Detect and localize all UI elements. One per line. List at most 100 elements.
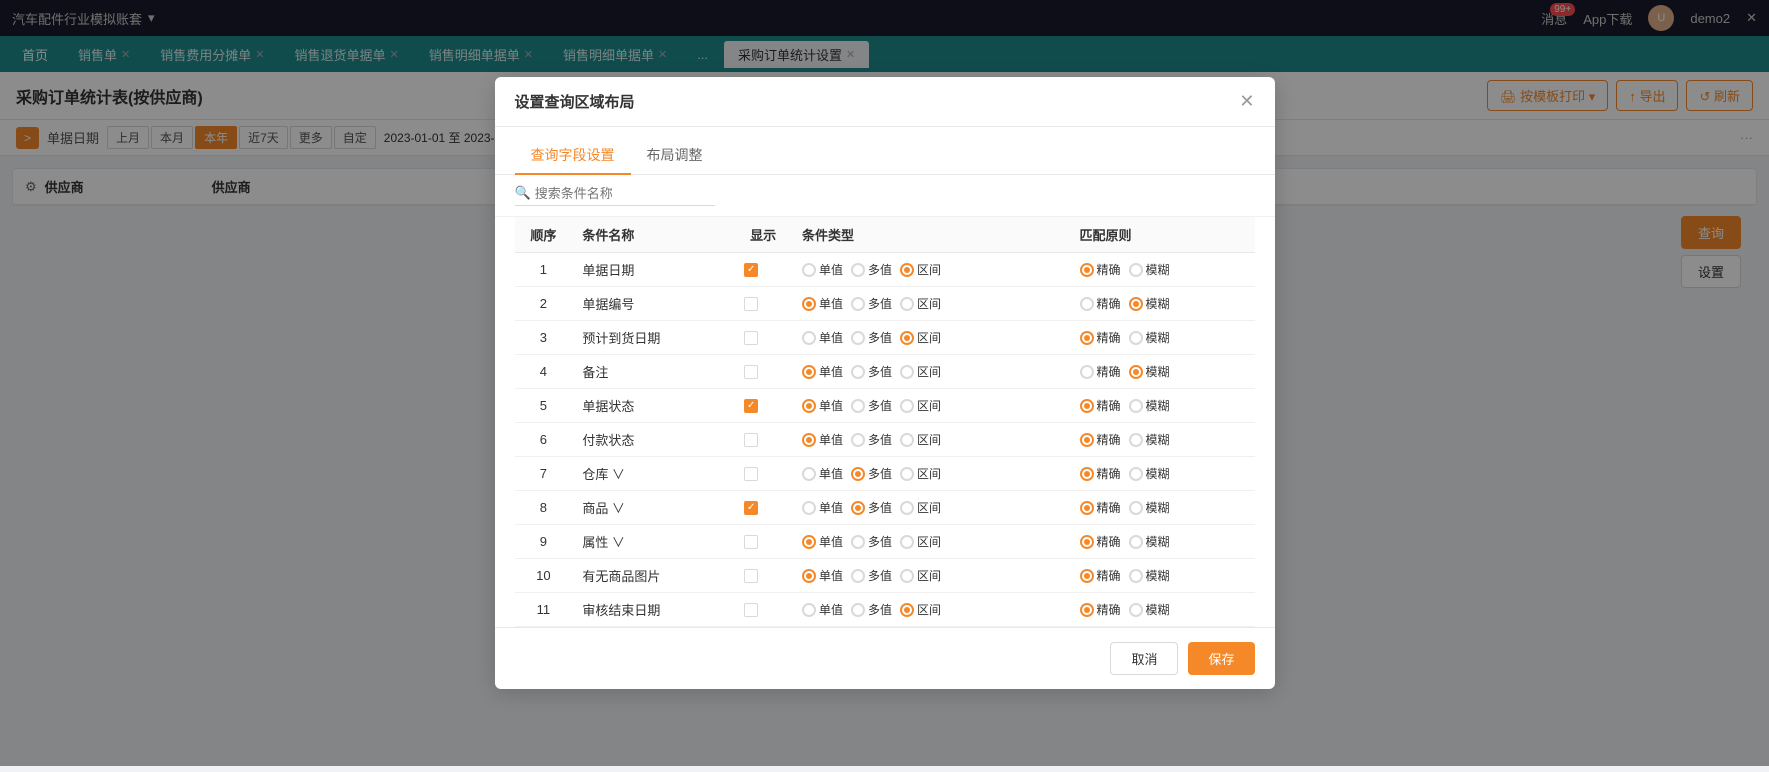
type-radio-item[interactable]: 多值 (851, 499, 892, 516)
type-radio-item[interactable]: 单值 (802, 431, 843, 448)
type-radio-item[interactable]: 单值 (802, 567, 843, 584)
table-row: 9属性 ∨单值多值区间精确模糊 (515, 525, 1255, 559)
type-radio-item[interactable]: 多值 (851, 363, 892, 380)
match-radio-group: 精确模糊 (1080, 431, 1245, 448)
dialog-close-button[interactable]: ✕ (1239, 91, 1254, 112)
type-radio-item[interactable]: 区间 (900, 295, 941, 312)
match-radio-item[interactable]: 模糊 (1129, 329, 1170, 346)
type-radio-item[interactable]: 区间 (900, 567, 941, 584)
match-radio-item[interactable]: 模糊 (1129, 295, 1170, 312)
display-checkbox[interactable] (744, 399, 758, 413)
type-radio-item[interactable]: 区间 (900, 363, 941, 380)
tab-query-field-settings[interactable]: 查询字段设置 (515, 137, 631, 175)
match-radio-item[interactable]: 模糊 (1129, 499, 1170, 516)
match-radio-item[interactable]: 精确 (1080, 567, 1121, 584)
cell-match: 精确 模糊 (1070, 287, 1255, 321)
type-radio-item[interactable]: 多值 (851, 567, 892, 584)
display-checkbox[interactable] (744, 433, 758, 447)
match-radio-item[interactable]: 模糊 (1129, 567, 1170, 584)
type-radio-item[interactable]: 多值 (851, 601, 892, 618)
radio-label: 多值 (868, 567, 892, 584)
cell-type: 单值多值区间 (792, 525, 1070, 559)
display-checkbox[interactable] (744, 535, 758, 549)
radio-label: 区间 (917, 601, 941, 618)
match-radio-item[interactable]: 精确 (1080, 465, 1121, 482)
type-radio-item[interactable]: 多值 (851, 533, 892, 550)
cancel-button[interactable]: 取消 (1110, 642, 1178, 675)
match-radio-group: 精确 模糊 (1080, 295, 1245, 312)
display-checkbox[interactable] (744, 603, 758, 617)
match-radio-item[interactable]: 模糊 (1129, 533, 1170, 550)
type-radio-item[interactable]: 多值 (851, 465, 892, 482)
type-radio-item[interactable]: 区间 (900, 261, 941, 278)
type-radio-item[interactable]: 单值 (802, 499, 843, 516)
radio-circle-icon (900, 331, 914, 345)
type-radio-item[interactable]: 区间 (900, 533, 941, 550)
type-radio-item[interactable]: 多值 (851, 261, 892, 278)
type-radio-item[interactable]: 多值 (851, 431, 892, 448)
match-radio-group: 精确模糊 (1080, 465, 1245, 482)
type-radio-item[interactable]: 区间 (900, 601, 941, 618)
type-radio-item[interactable]: 单值 (802, 397, 843, 414)
cell-name: 预计到货日期 (572, 321, 734, 355)
modal-overlay[interactable]: 设置查询区域布局 ✕ 查询字段设置 布局调整 🔍 顺序 (0, 0, 1769, 766)
radio-label: 精确 (1097, 431, 1121, 448)
type-radio-item[interactable]: 区间 (900, 465, 941, 482)
type-radio-item[interactable]: 区间 (900, 397, 941, 414)
radio-circle-icon (851, 569, 865, 583)
display-checkbox[interactable] (744, 331, 758, 345)
type-radio-item[interactable]: 单值 (802, 363, 843, 380)
type-radio-item[interactable]: 单值 (802, 601, 843, 618)
radio-label: 单值 (819, 397, 843, 414)
match-radio-item[interactable]: 精确 (1080, 363, 1121, 380)
radio-label: 模糊 (1146, 295, 1170, 312)
match-radio-item[interactable]: 精确 (1080, 397, 1121, 414)
match-radio-item[interactable]: 模糊 (1129, 431, 1170, 448)
cell-match: 精确模糊 (1070, 559, 1255, 593)
type-radio-item[interactable]: 单值 (802, 261, 843, 278)
type-radio-item[interactable]: 单值 (802, 295, 843, 312)
type-radio-item[interactable]: 单值 (802, 465, 843, 482)
match-radio-item[interactable]: 模糊 (1129, 261, 1170, 278)
match-radio-item[interactable]: 模糊 (1129, 465, 1170, 482)
cell-match: 精确模糊 (1070, 355, 1255, 389)
display-checkbox[interactable] (744, 467, 758, 481)
match-radio-item[interactable]: 精确 (1080, 295, 1121, 312)
radio-circle-icon (1129, 569, 1143, 583)
match-radio-item[interactable]: 精确 (1080, 431, 1121, 448)
display-checkbox[interactable] (744, 263, 758, 277)
type-radio-item[interactable]: 多值 (851, 295, 892, 312)
radio-circle-icon (1129, 535, 1143, 549)
display-checkbox[interactable] (744, 569, 758, 583)
type-radio-item[interactable]: 单值 (802, 533, 843, 550)
radio-label: 多值 (868, 261, 892, 278)
match-radio-item[interactable]: 模糊 (1129, 363, 1170, 380)
dialog-footer: 取消 保存 (495, 627, 1275, 689)
radio-circle-icon (900, 263, 914, 277)
cell-type: 单值多值区间 (792, 287, 1070, 321)
type-radio-group: 单值多值区间 (802, 363, 1060, 380)
match-radio-item[interactable]: 精确 (1080, 499, 1121, 516)
table-row: 1单据日期单值多值区间精确模糊 (515, 253, 1255, 287)
type-radio-item[interactable]: 区间 (900, 499, 941, 516)
type-radio-item[interactable]: 区间 (900, 329, 941, 346)
save-button[interactable]: 保存 (1188, 642, 1254, 675)
match-radio-item[interactable]: 精确 (1080, 329, 1121, 346)
tab-layout-adjust[interactable]: 布局调整 (631, 137, 719, 175)
type-radio-item[interactable]: 单值 (802, 329, 843, 346)
radio-circle-icon (802, 433, 816, 447)
type-radio-item[interactable]: 多值 (851, 397, 892, 414)
radio-label: 单值 (819, 261, 843, 278)
match-radio-item[interactable]: 模糊 (1129, 601, 1170, 618)
type-radio-item[interactable]: 多值 (851, 329, 892, 346)
match-radio-item[interactable]: 模糊 (1129, 397, 1170, 414)
search-input[interactable] (535, 186, 695, 201)
match-radio-item[interactable]: 精确 (1080, 601, 1121, 618)
match-radio-item[interactable]: 精确 (1080, 261, 1121, 278)
type-radio-item[interactable]: 区间 (900, 431, 941, 448)
display-checkbox[interactable] (744, 365, 758, 379)
display-checkbox[interactable] (744, 501, 758, 515)
radio-circle-icon (900, 399, 914, 413)
match-radio-item[interactable]: 精确 (1080, 533, 1121, 550)
display-checkbox[interactable] (744, 297, 758, 311)
